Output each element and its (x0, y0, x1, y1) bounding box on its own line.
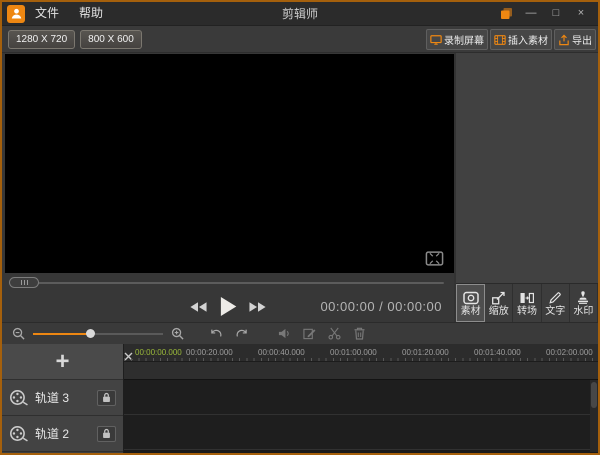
window-controls: — □ × (497, 6, 598, 22)
scrollbar-thumb[interactable] (591, 382, 597, 408)
mute-button[interactable] (278, 327, 291, 340)
app-logo-icon (7, 5, 25, 23)
app-window: 文件 帮助 剪辑师 — □ × 1280 X 720 800 X 600 录制屏… (0, 0, 600, 455)
timeline-lanes[interactable] (124, 380, 598, 452)
lock-track-button[interactable] (97, 390, 116, 406)
lock-icon (102, 392, 111, 403)
insert-media-icon (494, 34, 506, 46)
delete-button[interactable] (353, 327, 366, 340)
close-button[interactable]: × (572, 6, 590, 22)
transport-controls: 00:00:00 / 00:00:00 (2, 291, 454, 322)
resolution-buttons: 1280 X 720 800 X 600 (8, 30, 142, 49)
screen-record-icon (430, 34, 442, 46)
rewind-button[interactable] (189, 301, 208, 313)
timeline-strip (124, 362, 598, 380)
preview-column: 00:00:00 / 00:00:00 (2, 53, 454, 322)
lock-icon (102, 428, 111, 439)
tab-transition[interactable]: 转场 (513, 284, 541, 322)
insert-media-button[interactable]: 插入素材 (490, 29, 552, 50)
lock-track-button[interactable] (97, 426, 116, 442)
track-label: 轨道 2 (35, 425, 90, 442)
tab-text[interactable]: 文字 (542, 284, 570, 322)
scale-icon (491, 291, 507, 305)
export-button[interactable]: 导出 (554, 29, 596, 50)
titlebar: 文件 帮助 剪辑师 — □ × (2, 2, 598, 26)
watermark-icon (575, 291, 591, 305)
action-buttons: 录制屏幕 插入素材 导出 (426, 29, 596, 50)
film-reel-icon (9, 425, 28, 442)
ruler-label: 00:00:40.000 (258, 348, 305, 357)
redo-button[interactable] (235, 327, 248, 340)
minimize-button[interactable]: — (522, 6, 540, 22)
playhead-marker[interactable] (124, 348, 133, 357)
maximize-button[interactable]: □ (547, 6, 565, 22)
ruler-label: 00:01:40.000 (474, 348, 521, 357)
ruler-label: 00:00:20.000 (186, 348, 233, 357)
fast-forward-button[interactable] (249, 301, 268, 313)
video-preview (5, 54, 454, 273)
timeline-lane-track3[interactable] (124, 380, 598, 415)
media-panel-content (456, 53, 598, 283)
transition-icon (519, 291, 535, 305)
undo-button[interactable] (210, 327, 223, 340)
ruler-label: 00:01:00.000 (330, 348, 377, 357)
timeline-zoom-slider[interactable] (33, 328, 163, 340)
track-row-3[interactable]: 轨道 3 (2, 380, 123, 416)
main-toolbar: 1280 X 720 800 X 600 录制屏幕 插入素材 导出 (2, 26, 598, 53)
menu-help[interactable]: 帮助 (69, 2, 113, 26)
resolution-800x600-button[interactable]: 800 X 600 (80, 30, 142, 49)
tab-scale[interactable]: 缩放 (485, 284, 513, 322)
timeline: + 轨道 3 轨道 2 00:00:00.000 (2, 344, 598, 453)
tab-watermark[interactable]: 水印 (570, 284, 598, 322)
zoom-in-button[interactable] (171, 327, 184, 340)
fit-screen-icon[interactable] (425, 251, 444, 266)
track-header-panel: + 轨道 3 轨道 2 (2, 344, 124, 453)
ruler-label: 00:01:20.000 (402, 348, 449, 357)
resolution-1280x720-button[interactable]: 1280 X 720 (8, 30, 75, 49)
media-library-icon (463, 291, 479, 305)
timeline-vertical-scrollbar[interactable] (590, 380, 598, 452)
ruler-label: 00:00:00.000 (135, 348, 182, 357)
add-track-button[interactable]: + (2, 344, 123, 380)
timeline-lane-track2[interactable] (124, 415, 598, 450)
seek-handle[interactable] (9, 277, 39, 288)
menu-file[interactable]: 文件 (25, 2, 69, 26)
time-display: 00:00:00 / 00:00:00 (320, 291, 442, 322)
track-row-2[interactable]: 轨道 2 (2, 416, 123, 452)
record-screen-button[interactable]: 录制屏幕 (426, 29, 488, 50)
seek-track[interactable] (9, 282, 444, 284)
film-reel-icon (9, 389, 28, 406)
zoom-slider-handle[interactable] (86, 329, 95, 338)
media-panel: 素材 缩放 转场 文字 水印 (456, 53, 598, 322)
timeline-toolbar (2, 322, 598, 344)
seek-bar[interactable] (2, 275, 454, 291)
tab-media[interactable]: 素材 (456, 284, 485, 322)
timeline-ruler[interactable]: 00:00:00.000 00:00:20.000 00:00:40.000 0… (124, 344, 598, 362)
skin-restore-icon[interactable] (497, 6, 515, 22)
edit-clip-button[interactable] (303, 327, 316, 340)
export-icon (558, 34, 570, 46)
play-button[interactable] (219, 295, 238, 318)
track-label: 轨道 3 (35, 389, 90, 406)
cut-button[interactable] (328, 327, 341, 340)
ruler-ticks (124, 358, 598, 361)
ruler-label: 00:02:00.000 (546, 348, 593, 357)
panel-tabs: 素材 缩放 转场 文字 水印 (456, 283, 598, 322)
timeline-area: 00:00:00.000 00:00:20.000 00:00:40.000 0… (124, 344, 598, 453)
text-icon (547, 291, 563, 305)
zoom-out-button[interactable] (12, 327, 25, 340)
